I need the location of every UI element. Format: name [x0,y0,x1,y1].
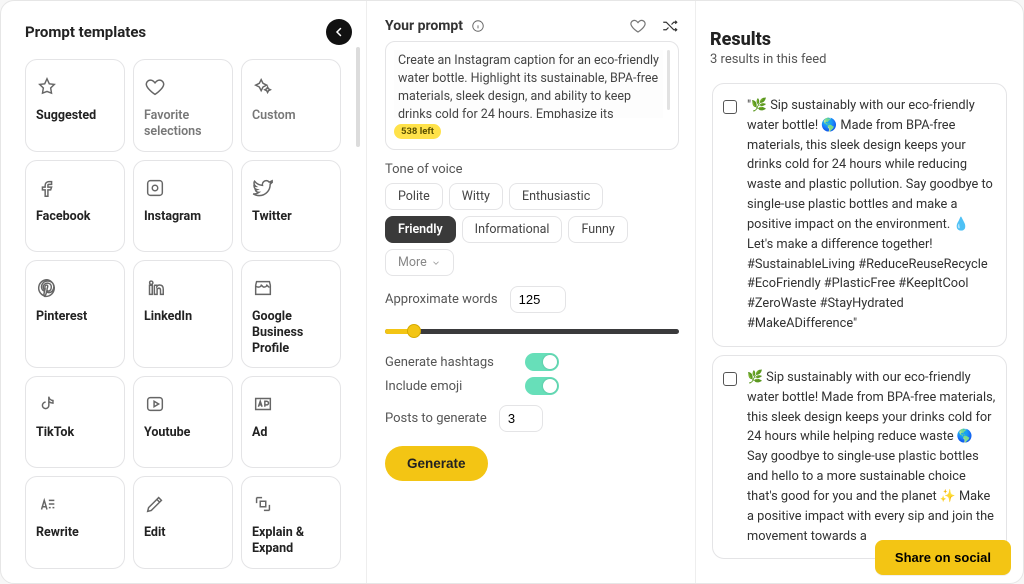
result-select-checkbox[interactable] [723,372,737,386]
approx-words-slider[interactable] [385,319,679,343]
star-icon [36,72,114,102]
favorite-prompt-button[interactable] [629,17,647,35]
template-card-label: Custom [252,108,330,124]
collapse-templates-button[interactable] [326,19,352,45]
template-card-label: Youtube [144,425,222,441]
store-icon [252,273,330,303]
template-card-label: Pinterest [36,309,114,325]
template-card-label: Instagram [144,209,222,225]
slider-track [385,329,679,334]
template-card-instagram[interactable]: Instagram [133,160,233,253]
youtube-icon [144,389,222,419]
ad-icon [252,389,330,419]
result-card: "🌿 Sip sustainably with our eco-friendly… [712,83,1007,347]
emoji-toggle[interactable] [525,377,559,395]
shuffle-prompt-button[interactable] [661,17,679,35]
expand-icon [252,489,330,519]
template-card-expand[interactable]: Explain & Expand [241,476,341,569]
template-card-label: LinkedIn [144,309,222,325]
tone-chip-row: PoliteWittyEnthusiastic FriendlyInformati… [385,183,679,276]
twitter-icon [252,173,330,203]
template-card-store[interactable]: Google Business Profile [241,260,341,368]
tone-chip-witty[interactable]: Witty [449,183,503,210]
facebook-icon [36,173,114,203]
template-card-label: Edit [144,525,222,541]
template-card-star[interactable]: Suggested [25,59,125,152]
chars-left-badge: 538 left [394,124,441,139]
result-select-checkbox[interactable] [723,100,737,114]
template-card-youtube[interactable]: Youtube [133,376,233,469]
instagram-icon [144,173,222,203]
templates-panel: Prompt templates Suggested Favorite selec… [1,1,366,583]
template-card-ad[interactable]: Ad [241,376,341,469]
emoji-toggle-label: Include emoji [385,379,515,394]
template-card-facebook[interactable]: Facebook [25,160,125,253]
template-card-twitter[interactable]: Twitter [241,160,341,253]
tone-label: Tone of voice [385,162,679,177]
template-card-label: Favorite selections [144,108,222,139]
templates-grid: Suggested Favorite selections Custom Facebo… [25,59,352,569]
template-card-label: Ad [252,425,330,441]
info-icon[interactable] [469,17,487,35]
template-card-linkedin[interactable]: LinkedIn [133,260,233,368]
prompt-textarea[interactable] [394,50,663,118]
result-card: 🌿 Sip sustainably with our eco-friendly … [712,355,1007,559]
slider-thumb[interactable] [407,324,421,338]
template-card-rewrite[interactable]: Rewrite [25,476,125,569]
tone-more-button[interactable]: More [385,249,454,276]
template-card-label: Google Business Profile [252,309,330,356]
prompt-box: 538 left [385,41,679,150]
tone-more-label: More [398,255,427,270]
template-card-label: Twitter [252,209,330,225]
template-card-pinterest[interactable]: Pinterest [25,260,125,368]
template-card-tiktok[interactable]: TikTok [25,376,125,469]
generate-button[interactable]: Generate [385,446,488,481]
template-card-label: Facebook [36,209,114,225]
result-text: "🌿 Sip sustainably with our eco-friendly… [747,96,996,334]
tone-chip-informational[interactable]: Informational [462,216,563,243]
chevron-down-icon [431,258,441,268]
linkedin-icon [144,273,222,303]
results-title: Results [710,29,1009,50]
result-text: 🌿 Sip sustainably with our eco-friendly … [747,368,996,546]
approx-words-label: Approximate words [385,292,498,307]
prompt-heading: Your prompt [385,18,463,34]
results-list: "🌿 Sip sustainably with our eco-friendly… [710,75,1009,569]
template-card-label: TikTok [36,425,114,441]
heart-icon [144,72,222,102]
pencil-icon [144,489,222,519]
template-card-heart[interactable]: Favorite selections [133,59,233,152]
template-card-pencil[interactable]: Edit [133,476,233,569]
rewrite-icon [36,489,114,519]
results-subtitle: 3 results in this feed [710,52,1009,67]
prompt-panel: Your prompt 538 left Tone of voice Polit… [366,1,696,583]
posts-count-label: Posts to generate [385,411,487,426]
template-card-label: Suggested [36,108,114,124]
approx-words-input[interactable] [510,286,566,313]
hashtags-toggle-label: Generate hashtags [385,355,515,370]
template-card-label: Explain & Expand [252,525,330,556]
chevron-left-icon [333,26,345,38]
tiktok-icon [36,389,114,419]
tone-chip-enthusiastic[interactable]: Enthusiastic [509,183,603,210]
template-card-sparkle[interactable]: Custom [241,59,341,152]
sparkle-icon [252,72,330,102]
results-panel: Results 3 results in this feed "🌿 Sip su… [696,1,1023,583]
posts-count-input[interactable] [499,405,543,432]
pinterest-icon [36,273,114,303]
left-scrollbar[interactable] [356,47,360,147]
hashtags-toggle[interactable] [525,353,559,371]
tone-chip-friendly[interactable]: Friendly [385,216,456,243]
tone-chip-polite[interactable]: Polite [385,183,443,210]
template-card-label: Rewrite [36,525,114,541]
tone-chip-funny[interactable]: Funny [568,216,627,243]
templates-title: Prompt templates [25,23,146,41]
share-on-social-button[interactable]: Share on social [875,540,1011,575]
prompt-scrollbar[interactable] [667,50,670,110]
